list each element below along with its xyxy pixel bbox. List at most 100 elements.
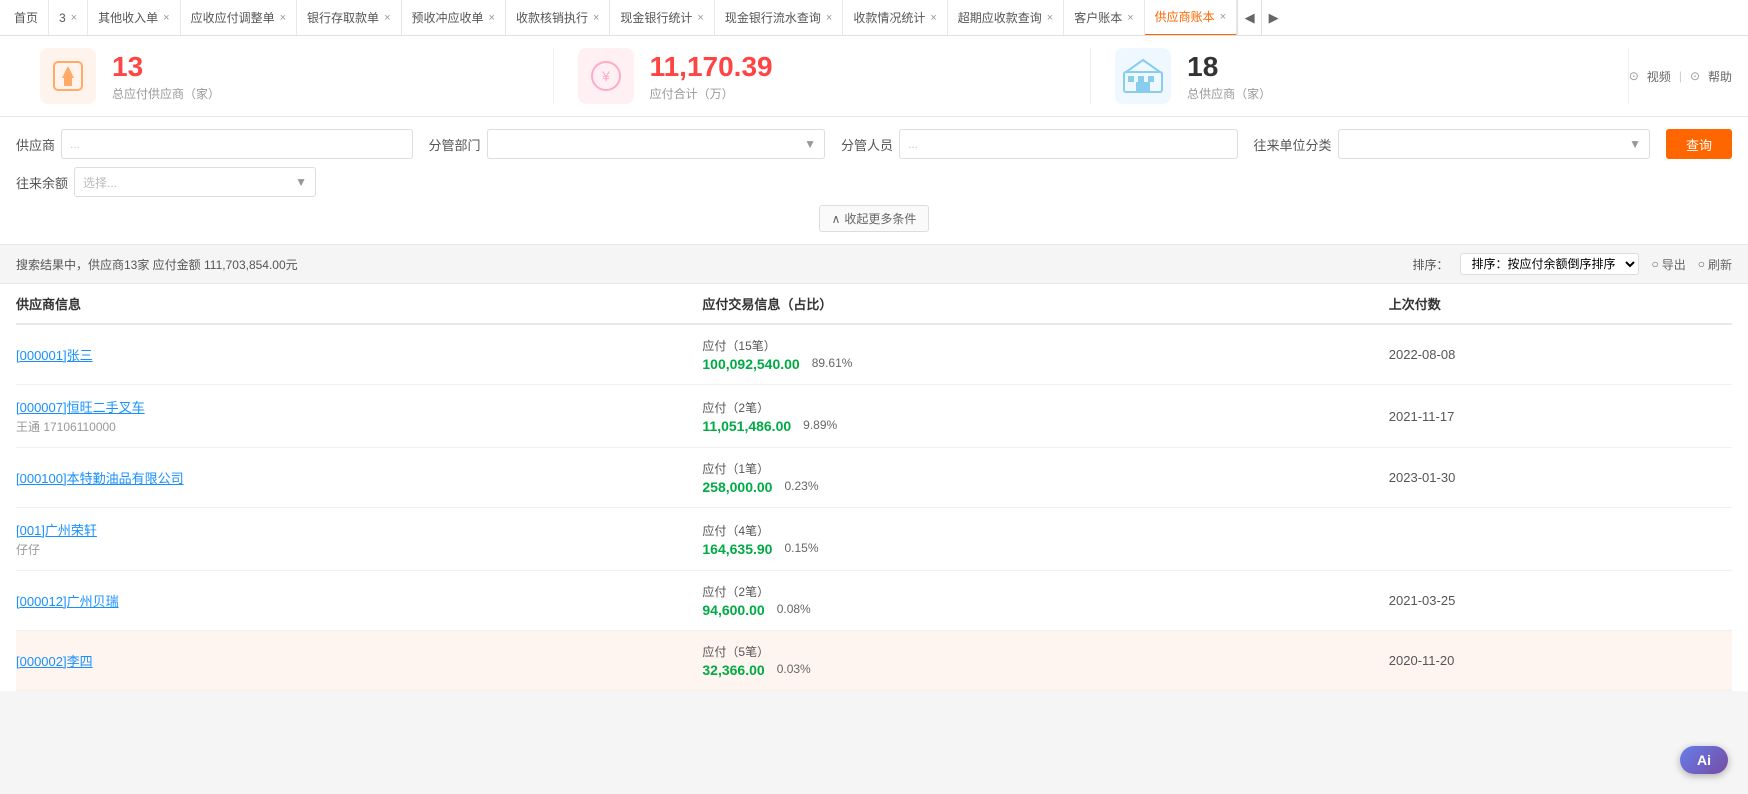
search-button[interactable]: 查询 [1666, 129, 1732, 159]
nav-tab-bank-deposit-close[interactable]: × [384, 12, 390, 24]
nav-tab-cash-flow-query-label: 现金银行流水查询 [725, 9, 821, 26]
supplier-input[interactable]: ... [61, 129, 412, 159]
last-pay-2: 2023-01-30 [1389, 470, 1732, 485]
nav-tab-home[interactable]: 首页 [4, 0, 49, 36]
nav-tab-supplier-ledger-close[interactable]: × [1220, 11, 1226, 23]
export-button[interactable]: ○ 导出 [1651, 256, 1685, 273]
dept-select[interactable]: ▼ [487, 129, 825, 159]
sort-select[interactable]: 排序：按应付余额倒序排序 [1460, 253, 1639, 275]
nav-tab-bank-deposit[interactable]: 银行存取款单 × [297, 0, 401, 36]
refresh-button[interactable]: ○ 刷新 [1698, 256, 1732, 273]
help-link[interactable]: 帮助 [1708, 68, 1732, 85]
person-label: 分管人员 [841, 135, 893, 154]
balance-select[interactable]: 选择... ▼ [74, 167, 316, 197]
nav-tab-cash-flow-query[interactable]: 现金银行流水查询 × [715, 0, 843, 36]
nav-tab-other-income-close[interactable]: × [163, 12, 169, 24]
filter-category: 往来单位分类 ▼ [1254, 129, 1651, 159]
nav-tab-ar-ap-adjust-close[interactable]: × [280, 12, 286, 24]
col-header-lastpay: 上次付数 [1389, 294, 1732, 313]
table-row: [000001]张三 应付（15笔） 100,092,540.00 89.61%… [16, 325, 1732, 385]
nav-tab-advance-offset[interactable]: 预收冲应收单 × [402, 0, 506, 36]
supplier-sub-1: 王通 17106110000 [16, 418, 702, 435]
ai-button-label: Ai [1697, 752, 1711, 768]
nav-tab-payment-exec-label: 收款核销执行 [516, 9, 588, 26]
nav-tab-payment-stats-close[interactable]: × [930, 12, 936, 24]
balance-placeholder: 选择... [83, 174, 117, 191]
filter-supplier: 供应商 ... [16, 129, 413, 159]
balance-dropdown-icon: ▼ [295, 175, 307, 189]
nav-tab-customer-ledger-label: 客户账本 [1074, 9, 1122, 26]
payable-label-1: 应付（2笔） [702, 399, 1388, 416]
nav-tab-3[interactable]: 3 × [49, 0, 88, 36]
payable-amount-4[interactable]: 94,600.00 [702, 602, 764, 618]
svg-text:¥: ¥ [601, 68, 610, 84]
result-summary-text: 搜索结果中，供应商13家 应付金额 111,703,854.00元 [16, 256, 298, 273]
refresh-icon: ○ [1698, 257, 1705, 271]
nav-tab-cash-flow-query-close[interactable]: × [826, 12, 832, 24]
supplier-link-4[interactable]: [000012]广州贝瑞 [16, 591, 702, 610]
payable-suppliers-icon [40, 48, 96, 104]
payable-amount-5[interactable]: 32,366.00 [702, 662, 764, 678]
supplier-link-0[interactable]: [000001]张三 [16, 345, 702, 364]
payable-info-3: 应付（4笔） 164,635.90 0.15% [702, 522, 1388, 557]
payable-percent-3: 0.15% [784, 541, 818, 555]
nav-tab-payment-exec-close[interactable]: × [593, 12, 599, 24]
payable-label-2: 应付（1笔） [702, 460, 1388, 477]
sort-label: 排序： [1412, 256, 1448, 273]
filter-area: 供应商 ... 分管部门 ▼ 分管人员 ... 往来单位分类 ▼ 查询 [0, 117, 1748, 245]
payable-info-5: 应付（5笔） 32,366.00 0.03% [702, 643, 1388, 678]
ai-button[interactable]: Ai [1680, 746, 1728, 774]
supplier-info-5: [000002]李四 [16, 651, 702, 670]
supplier-link-3[interactable]: [001]广州荣轩 [16, 520, 702, 539]
nav-tab-supplier-ledger[interactable]: 供应商账本 × [1145, 0, 1237, 36]
supplier-info-4: [000012]广州贝瑞 [16, 591, 702, 610]
summary-card-payable-suppliers: 13 总应付供应商（家） [16, 48, 554, 104]
nav-tab-overdue-query[interactable]: 超期应收款查询 × [948, 0, 1064, 36]
nav-tab-customer-ledger[interactable]: 客户账本 × [1064, 0, 1144, 36]
nav-tab-payment-stats[interactable]: 收款情况统计 × [843, 0, 947, 36]
nav-tab-3-close[interactable]: × [71, 12, 77, 24]
payable-info-1: 应付（2笔） 11,051,486.00 9.89% [702, 399, 1388, 434]
nav-tab-bank-deposit-label: 银行存取款单 [307, 9, 379, 26]
nav-left-arrow[interactable]: ◀ [1237, 0, 1261, 36]
total-suppliers-icon [1115, 48, 1171, 104]
table-body: [000001]张三 应付（15笔） 100,092,540.00 89.61%… [16, 325, 1732, 691]
nav-tab-overdue-query-close[interactable]: × [1047, 12, 1053, 24]
category-select[interactable]: ▼ [1338, 129, 1650, 159]
table-header: 供应商信息 应付交易信息（占比） 上次付数 [16, 284, 1732, 325]
person-input[interactable]: ... [899, 129, 1237, 159]
collapse-label: 收起更多条件 [844, 210, 916, 227]
help-icon: ⊙ [1690, 69, 1700, 83]
payable-amount-0[interactable]: 100,092,540.00 [702, 356, 799, 372]
video-link[interactable]: 视频 [1647, 68, 1671, 85]
supplier-link-5[interactable]: [000002]李四 [16, 651, 702, 670]
filter-row-2: 往来余额 选择... ▼ [16, 167, 1732, 197]
nav-tab-overdue-query-label: 超期应收款查询 [958, 9, 1042, 26]
nav-tab-customer-ledger-close[interactable]: × [1127, 12, 1133, 24]
payable-label-0: 应付（15笔） [702, 337, 1388, 354]
payable-amount-2[interactable]: 258,000.00 [702, 479, 772, 495]
table-row: [000007]恒旺二手叉车 王通 17106110000 应付（2笔） 11,… [16, 385, 1732, 448]
payable-amount-1[interactable]: 11,051,486.00 [702, 418, 791, 434]
supplier-link-1[interactable]: [000007]恒旺二手叉车 [16, 397, 702, 416]
nav-tab-other-income[interactable]: 其他收入单 × [88, 0, 180, 36]
nav-tab-ar-ap-adjust-label: 应收应付调整单 [191, 9, 275, 26]
nav-tab-advance-offset-close[interactable]: × [489, 12, 495, 24]
nav-tab-3-label: 3 [59, 11, 66, 25]
payable-amount-3[interactable]: 164,635.90 [702, 541, 772, 557]
nav-right-arrow[interactable]: ▶ [1261, 0, 1285, 36]
payable-label-5: 应付（5笔） [702, 643, 1388, 660]
video-icon: ⊙ [1629, 69, 1639, 83]
total-suppliers-count: 18 [1187, 50, 1271, 84]
dept-label: 分管部门 [429, 135, 481, 154]
nav-tab-payment-exec[interactable]: 收款核销执行 × [506, 0, 610, 36]
nav-tab-cash-bank-stats[interactable]: 现金银行统计 × [610, 0, 714, 36]
nav-tab-cash-bank-stats-close[interactable]: × [697, 12, 703, 24]
last-pay-1: 2021-11-17 [1389, 409, 1732, 424]
supplier-link-2[interactable]: [000100]本特勤油品有限公司 [16, 468, 702, 487]
supplier-info-3: [001]广州荣轩 仔仔 [16, 520, 702, 558]
filter-row-1: 供应商 ... 分管部门 ▼ 分管人员 ... 往来单位分类 ▼ 查询 [16, 129, 1732, 159]
supplier-placeholder: ... [70, 137, 80, 151]
collapse-button[interactable]: ∧ 收起更多条件 [819, 205, 930, 232]
nav-tab-ar-ap-adjust[interactable]: 应收应付调整单 × [181, 0, 297, 36]
